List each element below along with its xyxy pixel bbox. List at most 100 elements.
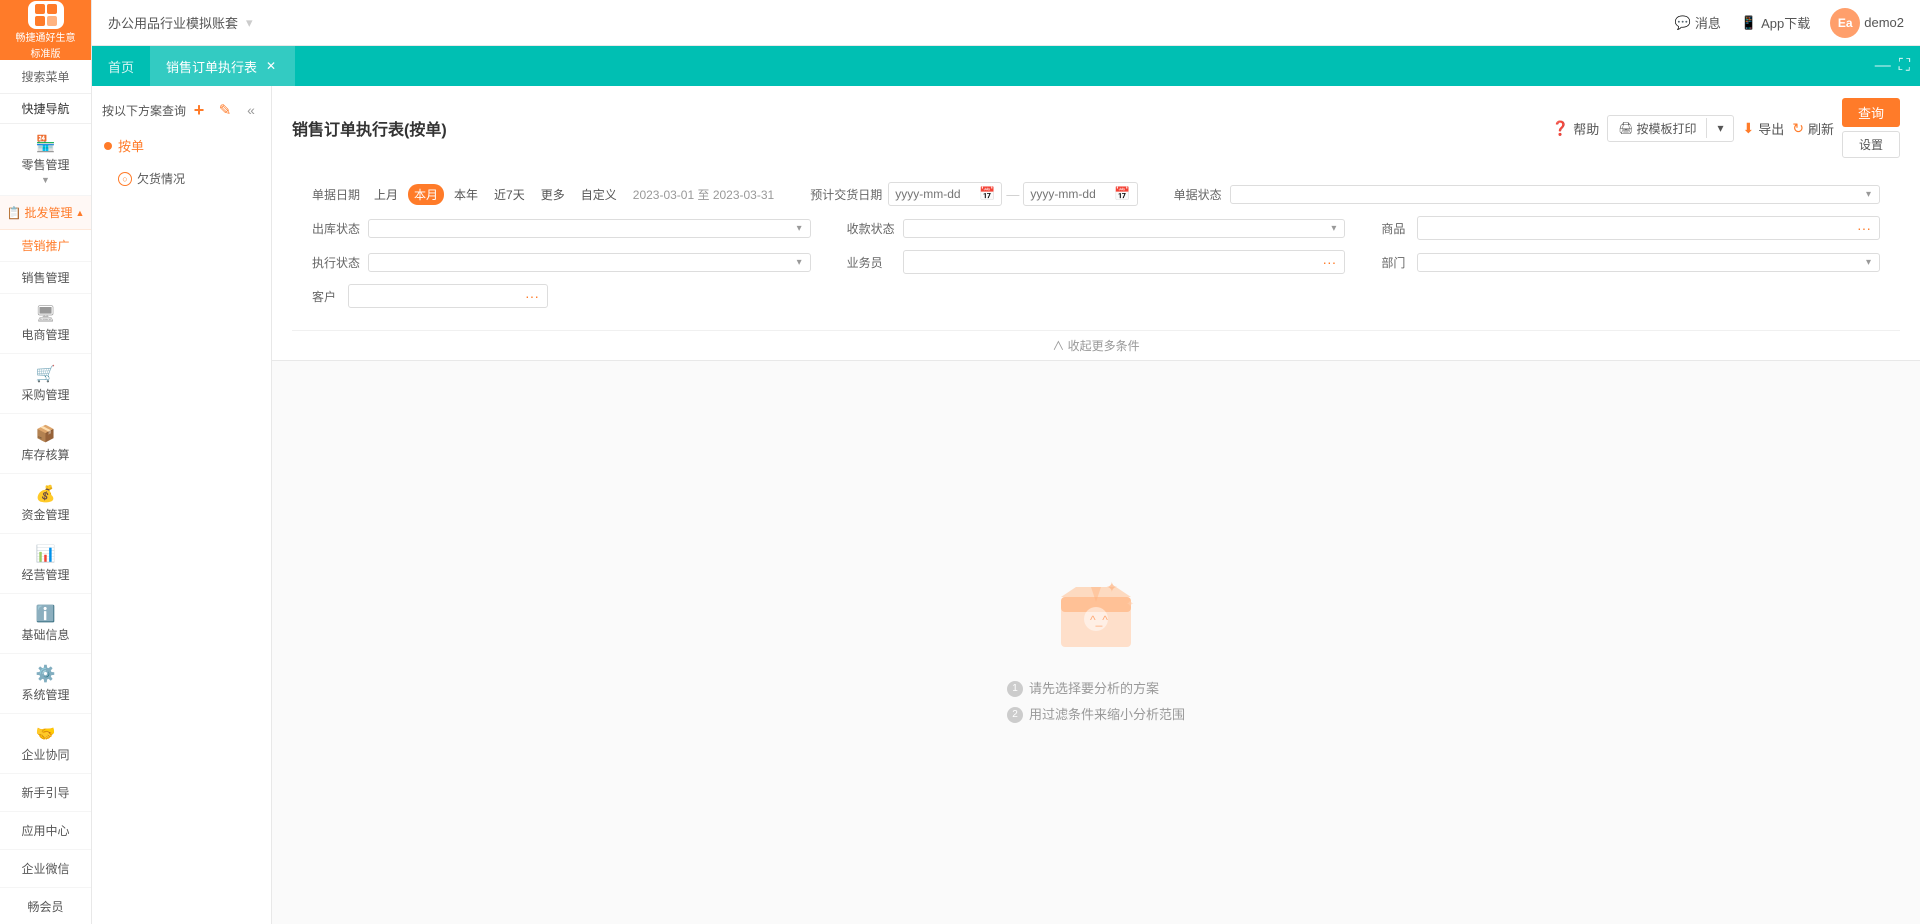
right-panel: 销售订单执行表(按单) ❓ 帮助 🖨 按模板打印 xyxy=(272,86,1920,924)
product-more-icon[interactable]: ··· xyxy=(1857,220,1871,236)
sidebar-item-corpwx[interactable]: 企业微信 xyxy=(0,850,91,888)
app-download-button[interactable]: 📱 App下载 xyxy=(1741,13,1810,32)
tab-close-icon[interactable]: ✕ xyxy=(263,58,279,74)
salesperson-select[interactable]: ··· xyxy=(903,250,1346,274)
sidebar-item-newuser[interactable]: 新手引导 xyxy=(0,774,91,812)
sidebar-item-purchase[interactable]: 🛒 采购管理 xyxy=(0,354,91,414)
tab-sales-order[interactable]: 销售订单执行表 ✕ xyxy=(150,46,295,86)
tab-bar-actions: — ⛶ xyxy=(1875,57,1920,75)
edit-scheme-button[interactable]: ✎ xyxy=(215,100,235,120)
sidebar-item-ecom[interactable]: 🖥 电商管理 xyxy=(0,294,91,354)
delivery-status-select[interactable]: ▾ xyxy=(368,219,811,238)
page-actions: ❓ 帮助 🖨 按模板打印 ▾ xyxy=(1552,98,1900,158)
sidebar-item-retail[interactable]: 🏪 零售管理 ▼ xyxy=(0,124,91,196)
customer-select[interactable]: ··· xyxy=(348,284,548,308)
app-label: App下载 xyxy=(1761,13,1810,32)
tab-expand-icon[interactable]: ⛶ xyxy=(1899,57,1910,75)
exec-status-label: 执行状态 xyxy=(312,254,362,271)
date-tab-thismonth[interactable]: 本月 xyxy=(408,184,444,205)
help-icon: ❓ xyxy=(1552,120,1569,137)
sales-label: 销售管理 xyxy=(21,271,69,285)
add-scheme-button[interactable]: + xyxy=(189,100,209,120)
sidebar-item-finance[interactable]: 💰 资金管理 xyxy=(0,474,91,534)
salesperson-more-icon[interactable]: ··· xyxy=(1322,254,1336,270)
sidebar-logo: 畅捷通好生意 标准版 xyxy=(0,0,91,60)
delivery-date-to-input[interactable] xyxy=(1030,187,1110,201)
export-button[interactable]: ⬇ 导出 xyxy=(1742,119,1784,138)
marketing-label: 营销推广 xyxy=(21,239,69,253)
collapse-scheme-button[interactable]: « xyxy=(241,100,261,120)
sidebar-item-retail-label: 零售管理 xyxy=(21,156,69,173)
scheme-item-order[interactable]: 按单 xyxy=(92,128,271,163)
sidebar-item-appcenter[interactable]: 应用中心 xyxy=(0,812,91,850)
logo-sub: 标准版 xyxy=(31,45,61,60)
tab-home[interactable]: 首页 xyxy=(92,46,150,86)
purchase-icon: 🛒 xyxy=(36,364,56,384)
date-tab-thisyear[interactable]: 本年 xyxy=(448,184,484,205)
filter-area: 单据日期 上月 本月 本年 近7天 更多 自定义 2023-03-01 至 20… xyxy=(292,170,1900,330)
refresh-button[interactable]: ↻ 刷新 xyxy=(1792,119,1834,138)
print-button-group: 🖨 按模板打印 ▾ xyxy=(1607,115,1734,142)
status-select[interactable]: ▾ xyxy=(1230,185,1880,204)
sidebar-item-stock[interactable]: 📦 库存核算 xyxy=(0,414,91,474)
sidebar-item-system[interactable]: ⚙️ 系统管理 xyxy=(0,654,91,714)
customer-more-icon[interactable]: ··· xyxy=(525,288,539,304)
print-expand-button[interactable]: ▾ xyxy=(1707,117,1733,139)
filter-row-2: 出库状态 ▾ 收款状态 ▾ xyxy=(312,216,1880,240)
message-icon: 💬 xyxy=(1675,15,1691,31)
search-menu[interactable]: 搜索菜单 xyxy=(0,60,91,94)
help-button[interactable]: ❓ 帮助 xyxy=(1552,119,1599,138)
sidebar-item-corp[interactable]: 🤝 企业协同 xyxy=(0,714,91,774)
sidebar-item-ops[interactable]: 📊 经营管理 xyxy=(0,534,91,594)
sidebar-item-wholesale[interactable]: 📋 批发管理 ▲ xyxy=(0,196,91,230)
receipt-status-select[interactable]: ▾ xyxy=(903,219,1346,238)
debt-label: 欠货情况 xyxy=(137,170,185,187)
logo-icon xyxy=(28,1,64,29)
tab-home-label: 首页 xyxy=(108,57,134,76)
query-button[interactable]: 查询 xyxy=(1842,98,1900,127)
print-icon: 🖨 xyxy=(1618,121,1633,135)
filter-receipt-status: 收款状态 ▾ xyxy=(847,219,1346,238)
debt-icon: ○ xyxy=(118,172,132,186)
tab-minimize-icon[interactable]: — xyxy=(1875,57,1891,75)
stock-label: 库存核算 xyxy=(21,446,69,463)
dept-select[interactable]: ▾ xyxy=(1417,253,1880,272)
date-tab-lastmonth[interactable]: 上月 xyxy=(368,184,404,205)
top-header: 办公用品行业模拟账套 ▾ 💬 消息 📱 App下载 Ea demo2 xyxy=(92,0,1920,46)
sidebar-item-basic[interactable]: ℹ️ 基础信息 xyxy=(0,594,91,654)
user-profile[interactable]: Ea demo2 xyxy=(1830,8,1904,38)
sidebar-item-vip[interactable]: 畅会员 xyxy=(0,888,91,924)
message-button[interactable]: 💬 消息 xyxy=(1675,13,1721,32)
delivery-date-from[interactable]: 📅 xyxy=(888,182,1002,206)
delivery-date-to[interactable]: 📅 xyxy=(1023,182,1137,206)
sidebar-sub-marketing[interactable]: 营销推广 xyxy=(0,230,91,262)
delivery-date-from-input[interactable] xyxy=(895,187,975,201)
ops-label: 经营管理 xyxy=(21,566,69,583)
sidebar: 畅捷通好生意 标准版 搜索菜单 快捷导航 🏪 零售管理 ▼ 📋 批发管理 ▲ 营… xyxy=(0,0,92,924)
status-caret-icon: ▾ xyxy=(1866,189,1871,200)
query-set-buttons: 查询 设置 xyxy=(1842,98,1900,158)
scheme-sub-debt[interactable]: ○ 欠货情况 xyxy=(92,163,271,194)
ecom-icon: 🖥 xyxy=(35,304,55,324)
date-tab-more[interactable]: 更多 xyxy=(535,184,571,205)
basic-icon: ℹ️ xyxy=(36,604,56,624)
hint2-num: 2 xyxy=(1007,707,1023,723)
sidebar-sub-sales[interactable]: 销售管理 xyxy=(0,262,91,294)
scheme-order-label: 按单 xyxy=(118,136,144,155)
status-label: 单据状态 xyxy=(1174,186,1224,203)
newuser-label: 新手引导 xyxy=(21,784,69,801)
date-tab-7days[interactable]: 近7天 xyxy=(488,184,531,205)
avatar: Ea xyxy=(1830,8,1860,38)
exec-status-select[interactable]: ▾ xyxy=(368,253,811,272)
logo-name: 畅捷通好生意 xyxy=(16,32,76,45)
set-button[interactable]: 设置 xyxy=(1842,131,1900,158)
scheme-actions: + ✎ « xyxy=(189,100,261,120)
quick-nav[interactable]: 快捷导航 xyxy=(0,94,91,124)
breadcrumb-text: 办公用品行业模拟账套 xyxy=(108,13,238,32)
date-tab-custom[interactable]: 自定义 xyxy=(575,184,623,205)
product-select[interactable]: ··· xyxy=(1417,216,1880,240)
collapse-bar[interactable]: ∧ 收起更多条件 xyxy=(292,330,1900,360)
ecom-label: 电商管理 xyxy=(21,326,69,343)
print-button[interactable]: 🖨 按模板打印 xyxy=(1608,116,1706,141)
tab-bar: 首页 销售订单执行表 ✕ — ⛶ xyxy=(92,46,1920,86)
